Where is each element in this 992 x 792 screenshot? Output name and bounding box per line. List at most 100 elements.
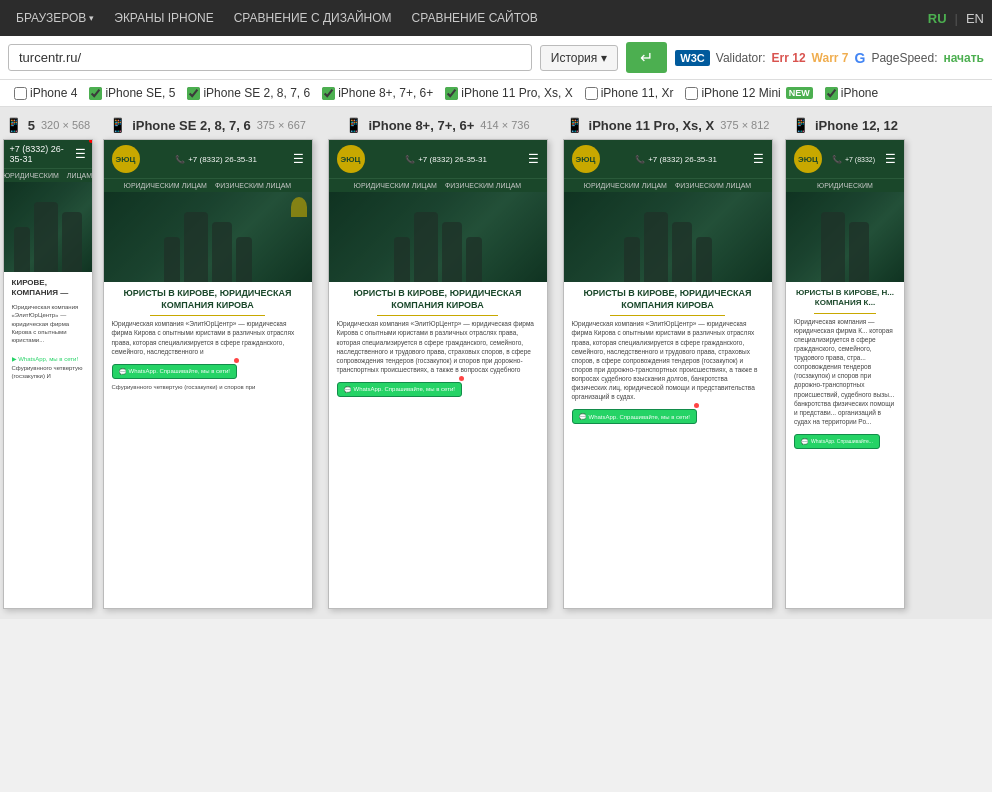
screen-header-se2876: 📱 iPhone SE 2, 8, 7, 6 375 × 667 [109,117,306,133]
cb-iphone-last[interactable]: iPhone [821,86,882,100]
cb-iphone11prox[interactable]: iPhone 11 Pro, Xs, X [441,86,576,100]
site-title-partial: КИРОВЕ,КОМПАНИЯ — [12,278,84,299]
whatsapp-btn-11pro[interactable]: 💬 WhatsApp. Спрашивайте, мы в сети! [572,409,697,424]
menu-icon-11pro: ☰ [753,152,764,166]
iphone11xr-checkbox[interactable] [585,87,598,100]
go-button[interactable]: ↵ [626,42,667,73]
screens-container: 📱 5 320 × 568 +7 (8332) 26-35-31 ☰ ЮРИДИ… [0,107,992,619]
screen-col-iphone11pro: 📱 iPhone 11 Pro, Xs, X 375 × 812 ЭЮЦ 📞+7… [555,117,780,609]
whatsapp-11pro: 💬 WhatsApp. Спрашивайте, мы в сети! [572,405,697,428]
cb-iphonese5[interactable]: iPhone SE, 5 [85,86,179,100]
site-body-12: ЮРИСТЫ В КИРОВЕ, Н...КОМПАНИЯ К... Юриди… [786,282,904,459]
whatsapp-btn-876[interactable]: 💬 WhatsApp. Спрашивайте, мы в сети! [337,382,462,397]
site-text-11pro: Юридическая компания «ЭлитЮрЦентр» — юри… [572,319,764,401]
whatsapp-btn-12[interactable]: 💬 WhatsApp. Спрашивайте... [794,434,880,449]
cb-iphone11xr[interactable]: iPhone 11, Xr [581,86,678,100]
cb-iphone12mini[interactable]: iPhone 12 Mini NEW [681,86,816,100]
site-header-876: ЭЮЦ 📞+7 (8332) 26-35-31 ☰ [329,140,547,178]
nav-compare-sites[interactable]: СРАВНЕНИЕ САЙТОВ [404,11,546,25]
nav-legal-876: ЮРИДИЧЕСКИМ ЛИЦАМ [354,182,437,189]
whatsapp-876: 💬 WhatsApp. Спрашивайте, мы в сети! [337,378,462,401]
screen-content-876: ЭЮЦ 📞+7 (8332) 26-35-31 ☰ ЮРИДИЧЕСКИМ ЛИ… [329,140,547,608]
whatsapp-btn-se[interactable]: 💬 WhatsApp. Спрашивайте, мы в сети! [112,364,237,379]
iphone876plus-label: iPhone 8+, 7+, 6+ [338,86,433,100]
site-header-11pro: ЭЮЦ 📞+7 (8332) 26-35-31 ☰ [564,140,772,178]
site-body-876: ЮРИСТЫ В КИРОВЕ, ЮРИДИЧЕСКАЯ КОМПАНИЯ КИ… [329,282,547,407]
site-text-876: Юридическая компания «ЭлитЮрЦентр» — юри… [337,319,539,374]
pagespeed-link[interactable]: начать [943,51,984,65]
phone-icon-se: 📱 [109,117,126,133]
iphone-last-checkbox[interactable] [825,87,838,100]
whatsapp-partial: ▶ WhatsApp, мы в сети! [12,349,84,364]
site-title-12: ЮРИСТЫ В КИРОВЕ, Н...КОМПАНИЯ К... [794,288,896,309]
hero-image-partial [4,182,92,272]
new-badge: NEW [786,87,813,99]
iphone876plus-checkbox[interactable] [322,87,335,100]
phone-icon: 📱 [5,117,22,133]
iphonese5-checkbox[interactable] [89,87,102,100]
phone-icon-876: 📱 [345,117,362,133]
url-bar-row: История ▾ ↵ W3C Validator: Err 12 Warr 7… [0,36,992,80]
lang-en[interactable]: EN [966,11,984,26]
whatsapp-se: 💬 WhatsApp. Спрашивайте, мы в сети! [112,360,237,383]
iphone11xr-label: iPhone 11, Xr [601,86,674,100]
chevron-down-icon: ▾ [89,13,94,23]
menu-icon-se: ☰ [293,152,304,166]
history-button[interactable]: История ▾ [540,45,619,71]
phone-number-partial: +7 (8332) 26-35-31 [10,144,75,164]
iphonese2876-checkbox[interactable] [187,87,200,100]
site-more-partial: Сфуриувнного четвертую (госзакупки) И [12,364,84,381]
warn-badge[interactable]: Warr 7 [812,51,849,65]
url-input[interactable] [8,44,532,71]
screen-header-iphone5: 📱 5 320 × 568 [5,117,90,133]
iphone4-label: iPhone 4 [30,86,77,100]
site-phone-se: 📞+7 (8332) 26-35-31 [175,155,257,164]
resolution-11pro: 375 × 812 [720,119,769,131]
site-header-partial: +7 (8332) 26-35-31 ☰ [4,140,92,168]
err-badge[interactable]: Err 12 [772,51,806,65]
site-text-se: Юридическая компания «ЭлитЮрЦентр» — юри… [112,319,304,355]
site-divider-se [150,315,265,316]
model-name-se: iPhone SE 2, 8, 7, 6 [132,118,251,133]
screen-col-iphone12: 📱 iPhone 12, 12 ЭЮЦ 📞+7 (8332) ☰ ЮРИДИЧЕ… [780,117,910,609]
site-body-se: ЮРИСТЫ В КИРОВЕ, ЮРИДИЧЕСКАЯ КОМПАНИЯ КИ… [104,282,312,397]
site-nav-se: ЮРИДИЧЕСКИМ ЛИЦАМ ФИЗИЧЕСКИМ ЛИЦАМ [104,178,312,192]
iphone4-checkbox[interactable] [14,87,27,100]
iphone12mini-label: iPhone 12 Mini [701,86,780,100]
screen-frame-12: ЭЮЦ 📞+7 (8332) ☰ ЮРИДИЧЕСКИМ [785,139,905,609]
hero-se [104,192,312,282]
iphonese2876-label: iPhone SE 2, 8, 7, 6 [203,86,310,100]
menu-icon-partial: ☰ [75,147,86,161]
site-header-se: ЭЮЦ 📞+7 (8332) 26-35-31 ☰ [104,140,312,178]
lang-ru[interactable]: RU [928,11,947,26]
top-navigation: БРАУЗЕРОВ ▾ ЭКРАНЫ IPHONE СРАВНЕНИЕ С ДИ… [0,0,992,36]
site-divider-11pro [610,315,725,316]
nav-iphone-screens[interactable]: ЭКРАНЫ IPHONE [106,11,221,25]
site-title-11pro: ЮРИСТЫ В КИРОВЕ, ЮРИДИЧЕСКАЯ КОМПАНИЯ КИ… [572,288,764,311]
site-phone-12: 📞+7 (8332) [832,155,875,164]
site-nav-11pro: ЮРИДИЧЕСКИМ ЛИЦАМ ФИЗИЧЕСКИМ ЛИЦАМ [564,178,772,192]
site-divider-876 [377,315,498,316]
iphone12mini-checkbox[interactable] [685,87,698,100]
nav-compare-design[interactable]: СРАВНЕНИЕ С ДИЗАЙНОМ [226,11,400,25]
site-body-11pro: ЮРИСТЫ В КИРОВЕ, ЮРИДИЧЕСКАЯ КОМПАНИЯ КИ… [564,282,772,434]
nav-legal-se: ЮРИДИЧЕСКИМ ЛИЦАМ [124,182,207,189]
site-divider-12 [814,313,875,314]
iphonese5-label: iPhone SE, 5 [105,86,175,100]
validator-section: W3C Validator: Err 12 Warr 7 G PageSpeed… [675,50,984,66]
site-text-partial: Юридическая компания «ЭлитЮрЦентр» — юри… [12,303,84,345]
nav-legal-12: ЮРИДИЧЕСКИМ [817,182,873,189]
site-header-12: ЭЮЦ 📞+7 (8332) ☰ [786,140,904,178]
iphone11prox-checkbox[interactable] [445,87,458,100]
screen-frame-11pro: ЭЮЦ 📞+7 (8332) 26-35-31 ☰ ЮРИДИЧЕСКИМ ЛИ… [563,139,773,609]
site-more-se: Сфуриувнного четвертую (госзакупки) и сп… [112,383,304,391]
resolution-se: 375 × 667 [257,119,306,131]
hero-11pro [564,192,772,282]
model-name-5: 5 [28,118,35,133]
cb-iphone4[interactable]: iPhone 4 [10,86,81,100]
nav-browsers[interactable]: БРАУЗЕРОВ ▾ [8,11,102,25]
screen-header-11pro: 📱 iPhone 11 Pro, Xs, X 375 × 812 [566,117,770,133]
cb-iphonese2876[interactable]: iPhone SE 2, 8, 7, 6 [183,86,314,100]
site-nav-876: ЮРИДИЧЕСКИМ ЛИЦАМ ФИЗИЧЕСКИМ ЛИЦАМ [329,178,547,192]
cb-iphone876plus[interactable]: iPhone 8+, 7+, 6+ [318,86,437,100]
